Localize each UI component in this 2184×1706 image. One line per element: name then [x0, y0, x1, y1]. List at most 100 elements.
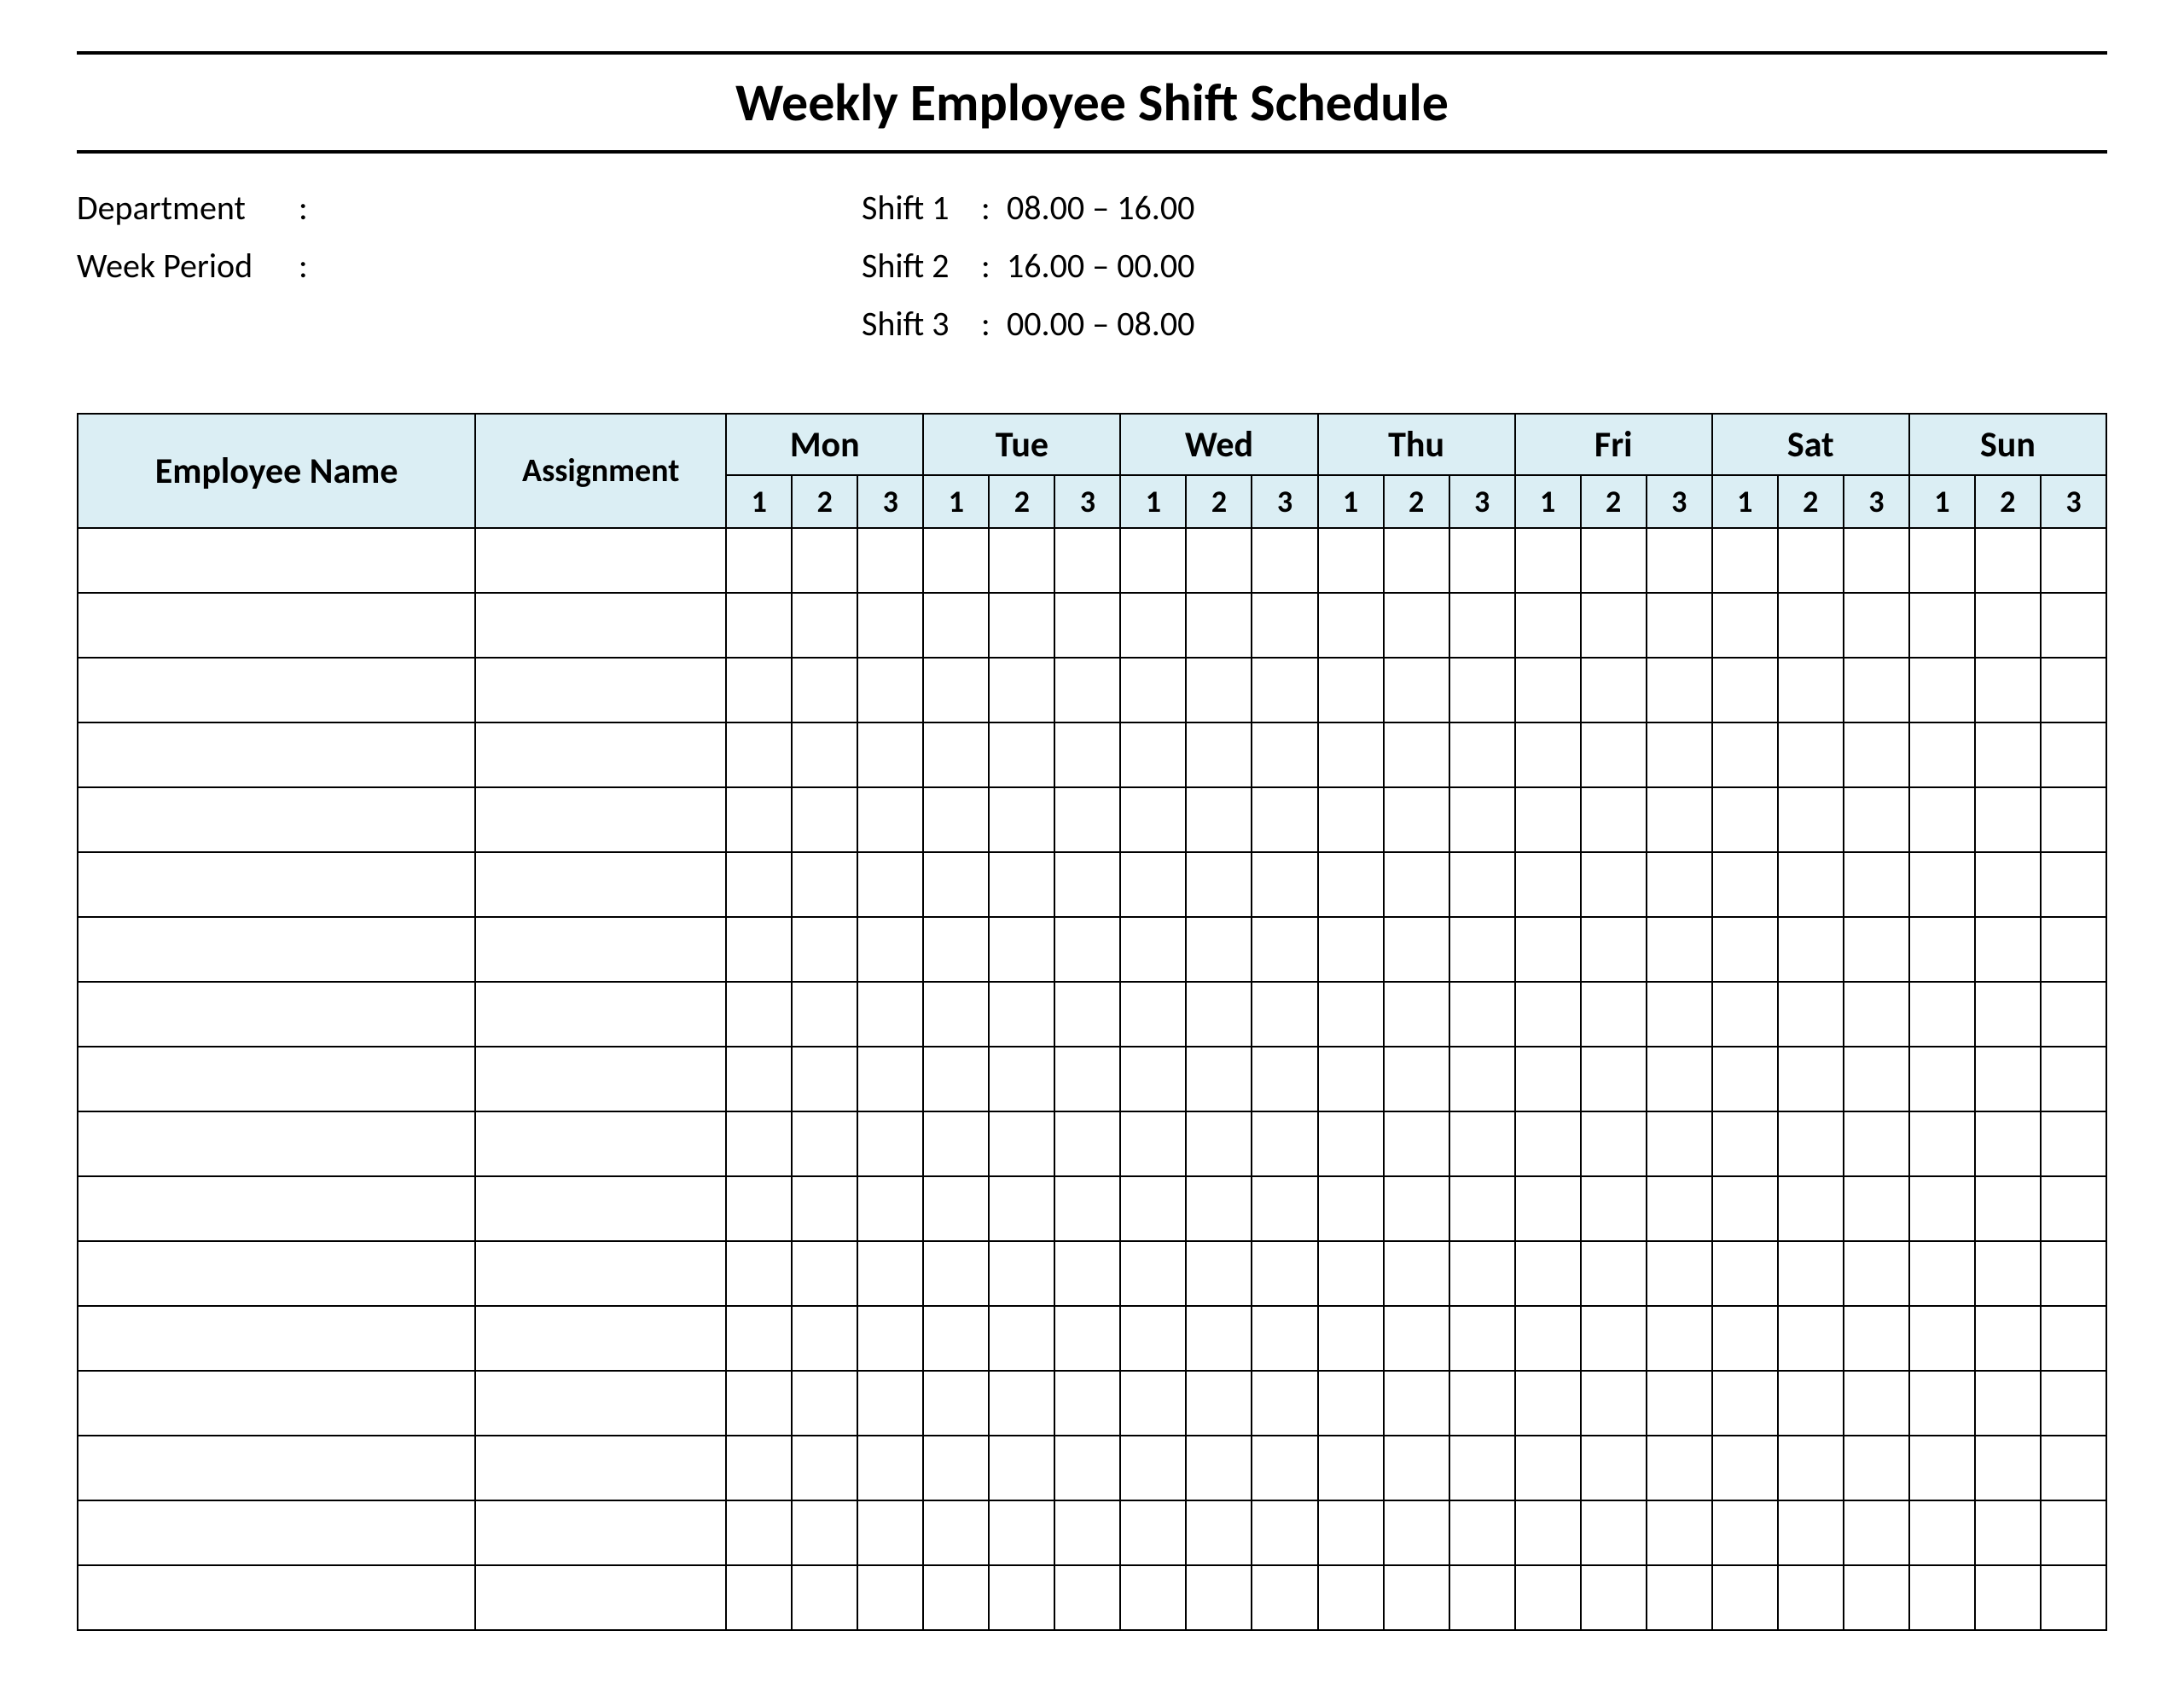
cell-shift[interactable] — [1449, 1176, 1515, 1241]
cell-shift[interactable] — [1844, 1241, 1909, 1306]
cell-shift[interactable] — [989, 1565, 1054, 1630]
cell-shift[interactable] — [1384, 722, 1449, 787]
cell-shift[interactable] — [1712, 722, 1778, 787]
cell-assignment[interactable] — [475, 528, 726, 593]
cell-shift[interactable] — [1054, 528, 1120, 593]
cell-shift[interactable] — [857, 1176, 923, 1241]
cell-shift[interactable] — [1778, 593, 1844, 658]
cell-shift[interactable] — [1252, 1500, 1317, 1565]
cell-shift[interactable] — [923, 1436, 989, 1500]
cell-assignment[interactable] — [475, 1047, 726, 1111]
cell-shift[interactable] — [1975, 982, 2041, 1047]
cell-shift[interactable] — [1449, 852, 1515, 917]
cell-shift[interactable] — [1120, 593, 1186, 658]
cell-shift[interactable] — [1054, 1176, 1120, 1241]
cell-assignment[interactable] — [475, 917, 726, 982]
cell-shift[interactable] — [1515, 917, 1581, 982]
cell-shift[interactable] — [1975, 1176, 2041, 1241]
cell-shift[interactable] — [1054, 1565, 1120, 1630]
cell-shift[interactable] — [1318, 658, 1384, 722]
cell-shift[interactable] — [1975, 917, 2041, 982]
cell-shift[interactable] — [1186, 852, 1252, 917]
cell-shift[interactable] — [1186, 593, 1252, 658]
cell-assignment[interactable] — [475, 658, 726, 722]
cell-shift[interactable] — [726, 528, 792, 593]
cell-shift[interactable] — [989, 722, 1054, 787]
cell-shift[interactable] — [1186, 1565, 1252, 1630]
cell-shift[interactable] — [1384, 852, 1449, 917]
cell-shift[interactable] — [2041, 852, 2106, 917]
cell-shift[interactable] — [1384, 1500, 1449, 1565]
cell-shift[interactable] — [989, 528, 1054, 593]
cell-shift[interactable] — [1515, 1371, 1581, 1436]
cell-shift[interactable] — [923, 1565, 989, 1630]
cell-shift[interactable] — [1384, 1047, 1449, 1111]
cell-shift[interactable] — [1844, 787, 1909, 852]
cell-shift[interactable] — [1778, 787, 1844, 852]
cell-shift[interactable] — [923, 593, 989, 658]
cell-shift[interactable] — [989, 1111, 1054, 1176]
cell-shift[interactable] — [1712, 1436, 1778, 1500]
cell-shift[interactable] — [1647, 528, 1712, 593]
cell-shift[interactable] — [1844, 917, 1909, 982]
cell-shift[interactable] — [1712, 1306, 1778, 1371]
cell-shift[interactable] — [1186, 1436, 1252, 1500]
cell-shift[interactable] — [1252, 852, 1317, 917]
cell-shift[interactable] — [726, 1241, 792, 1306]
cell-shift[interactable] — [1054, 1371, 1120, 1436]
cell-shift[interactable] — [1384, 1176, 1449, 1241]
cell-shift[interactable] — [1975, 658, 2041, 722]
cell-shift[interactable] — [1054, 917, 1120, 982]
cell-shift[interactable] — [1712, 658, 1778, 722]
cell-shift[interactable] — [1252, 658, 1317, 722]
cell-shift[interactable] — [1318, 1306, 1384, 1371]
cell-shift[interactable] — [1975, 1565, 2041, 1630]
cell-shift[interactable] — [2041, 528, 2106, 593]
cell-shift[interactable] — [1515, 787, 1581, 852]
cell-shift[interactable] — [1252, 1241, 1317, 1306]
cell-employee[interactable] — [78, 593, 475, 658]
cell-shift[interactable] — [1449, 982, 1515, 1047]
cell-shift[interactable] — [1252, 1047, 1317, 1111]
cell-shift[interactable] — [1712, 1241, 1778, 1306]
cell-shift[interactable] — [1778, 658, 1844, 722]
cell-shift[interactable] — [1581, 1436, 1647, 1500]
cell-shift[interactable] — [1252, 1176, 1317, 1241]
cell-shift[interactable] — [923, 528, 989, 593]
cell-shift[interactable] — [1054, 1241, 1120, 1306]
cell-shift[interactable] — [1384, 982, 1449, 1047]
cell-shift[interactable] — [1054, 1436, 1120, 1500]
cell-shift[interactable] — [1647, 1371, 1712, 1436]
cell-shift[interactable] — [1909, 1176, 1975, 1241]
cell-shift[interactable] — [1844, 1111, 1909, 1176]
cell-shift[interactable] — [726, 722, 792, 787]
cell-shift[interactable] — [1778, 528, 1844, 593]
cell-shift[interactable] — [1449, 658, 1515, 722]
cell-shift[interactable] — [923, 982, 989, 1047]
cell-shift[interactable] — [1186, 1111, 1252, 1176]
cell-shift[interactable] — [989, 1306, 1054, 1371]
cell-shift[interactable] — [1120, 1241, 1186, 1306]
cell-shift[interactable] — [1384, 1306, 1449, 1371]
cell-shift[interactable] — [2041, 1047, 2106, 1111]
cell-shift[interactable] — [1712, 1565, 1778, 1630]
cell-shift[interactable] — [1515, 1047, 1581, 1111]
cell-shift[interactable] — [792, 593, 857, 658]
cell-shift[interactable] — [1449, 593, 1515, 658]
cell-shift[interactable] — [1647, 1047, 1712, 1111]
cell-shift[interactable] — [1120, 852, 1186, 917]
cell-shift[interactable] — [989, 787, 1054, 852]
cell-employee[interactable] — [78, 1241, 475, 1306]
cell-shift[interactable] — [1186, 1306, 1252, 1371]
cell-shift[interactable] — [1252, 1111, 1317, 1176]
cell-shift[interactable] — [1054, 1047, 1120, 1111]
cell-shift[interactable] — [1449, 528, 1515, 593]
cell-shift[interactable] — [1515, 593, 1581, 658]
cell-shift[interactable] — [1120, 1306, 1186, 1371]
cell-employee[interactable] — [78, 658, 475, 722]
cell-shift[interactable] — [857, 787, 923, 852]
cell-shift[interactable] — [1581, 1241, 1647, 1306]
cell-shift[interactable] — [923, 722, 989, 787]
cell-shift[interactable] — [1647, 982, 1712, 1047]
cell-shift[interactable] — [1778, 1500, 1844, 1565]
